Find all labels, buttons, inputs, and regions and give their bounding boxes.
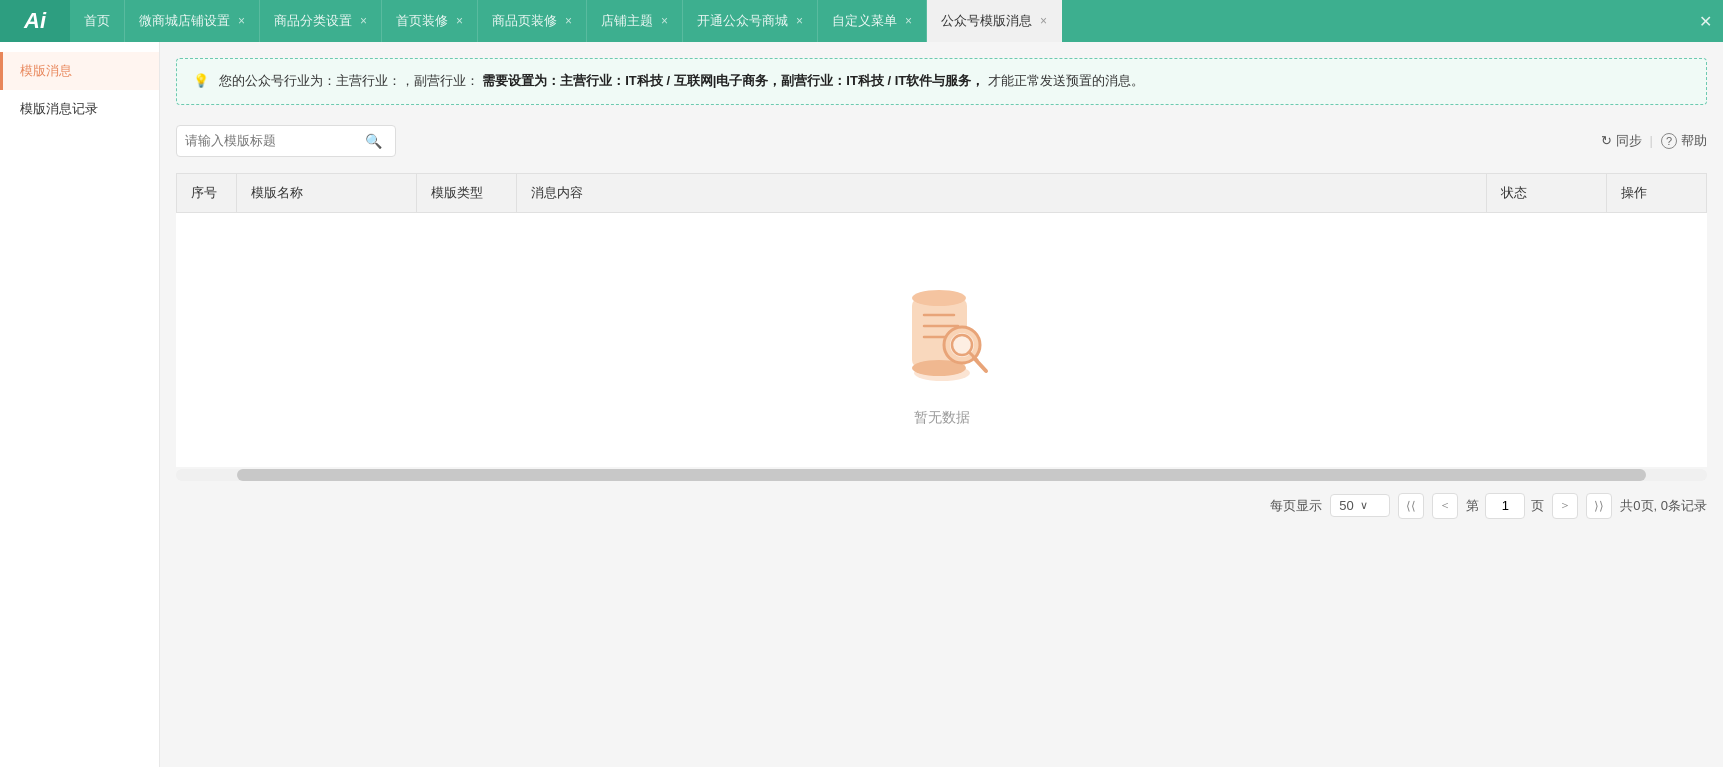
sidebar: 模版消息 模版消息记录 (0, 42, 160, 767)
table-header: 序号 模版名称 模版类型 消息内容 状态 操作 (177, 173, 1707, 212)
nav-tab-store-settings-label: 微商城店铺设置 (139, 12, 230, 30)
action-divider: | (1650, 133, 1653, 148)
prev-page-icon: ＜ (1439, 497, 1451, 514)
nav-close-all-button[interactable]: ✕ (1687, 0, 1723, 42)
help-label: 帮助 (1681, 132, 1707, 150)
nav-tab-store-settings[interactable]: 微商城店铺设置 × (125, 0, 260, 42)
notice-highlight: 需要设置为：主营行业：IT科技 / 互联网|电子商务，副营行业：IT科技 / I… (482, 73, 984, 88)
col-header-status: 状态 (1487, 173, 1607, 212)
search-icon[interactable]: 🔍 (365, 133, 382, 149)
svg-point-2 (912, 290, 966, 306)
nav-tab-close-store-settings[interactable]: × (238, 15, 245, 27)
col-header-name: 模版名称 (237, 173, 417, 212)
top-nav: Ai 首页 微商城店铺设置 × 商品分类设置 × 首页装修 × 商品页装修 × … (0, 0, 1723, 42)
nav-tab-home-decoration-label: 首页装修 (396, 12, 448, 30)
col-header-type: 模版类型 (417, 173, 517, 212)
notice-icon: 💡 (193, 73, 209, 88)
page-label-pre: 第 (1466, 497, 1479, 515)
nav-tabs: 首页 微商城店铺设置 × 商品分类设置 × 首页装修 × 商品页装修 × 店铺主… (70, 0, 1687, 42)
nav-tab-category-settings[interactable]: 商品分类设置 × (260, 0, 382, 42)
search-input-wrap[interactable]: 🔍 (176, 125, 396, 157)
horizontal-scrollbar[interactable] (176, 469, 1707, 481)
total-info: 共0页, 0条记录 (1620, 497, 1707, 515)
first-page-icon: ⟨⟨ (1406, 499, 1416, 513)
last-page-button[interactable]: ⟩⟩ (1586, 493, 1612, 519)
search-bar: 🔍 ↻ 同步 | ? 帮助 (176, 125, 1707, 157)
next-page-button[interactable]: ＞ (1552, 493, 1578, 519)
nav-tab-close-home-decoration[interactable]: × (456, 15, 463, 27)
data-table: 序号 模版名称 模版类型 消息内容 状态 操作 (176, 173, 1707, 467)
nav-tab-home[interactable]: 首页 (70, 0, 125, 42)
help-icon: ? (1661, 133, 1677, 149)
nav-tab-template-msg[interactable]: 公众号模版消息 × (927, 0, 1062, 42)
nav-tab-store-theme[interactable]: 店铺主题 × (587, 0, 683, 42)
search-input[interactable] (185, 133, 365, 148)
page-input-group: 第 页 (1466, 493, 1544, 519)
empty-state-icon (882, 273, 1002, 393)
pagination: 每页显示 50 ∨ ⟨⟨ ＜ 第 页 ＞ ⟩⟩ 共0页, 0条记录 (176, 481, 1707, 531)
page-label-suf: 页 (1531, 497, 1544, 515)
col-header-action: 操作 (1607, 173, 1707, 212)
sync-icon: ↻ (1601, 133, 1612, 148)
sync-button[interactable]: ↻ 同步 (1601, 132, 1642, 150)
help-button[interactable]: ? 帮助 (1661, 132, 1707, 150)
sidebar-item-template-msg-record-label: 模版消息记录 (20, 101, 98, 116)
page-size-select[interactable]: 50 ∨ (1330, 494, 1390, 517)
nav-tab-home-decoration[interactable]: 首页装修 × (382, 0, 478, 42)
next-page-icon: ＞ (1559, 497, 1571, 514)
nav-tab-close-template-msg[interactable]: × (1040, 15, 1047, 27)
prev-page-button[interactable]: ＜ (1432, 493, 1458, 519)
empty-state-row: 暂无数据 (177, 212, 1707, 467)
empty-text: 暂无数据 (177, 409, 1707, 427)
sidebar-item-template-msg[interactable]: 模版消息 (0, 52, 159, 90)
nav-tab-category-settings-label: 商品分类设置 (274, 12, 352, 30)
nav-tab-close-category-settings[interactable]: × (360, 15, 367, 27)
col-header-index: 序号 (177, 173, 237, 212)
page-size-label: 每页显示 (1270, 497, 1322, 515)
nav-tab-custom-menu-label: 自定义菜单 (832, 12, 897, 30)
nav-tab-template-msg-label: 公众号模版消息 (941, 12, 1032, 30)
nav-tab-close-open-mall[interactable]: × (796, 15, 803, 27)
nav-tab-product-decoration[interactable]: 商品页装修 × (478, 0, 587, 42)
first-page-button[interactable]: ⟨⟨ (1398, 493, 1424, 519)
nav-tab-store-theme-label: 店铺主题 (601, 12, 653, 30)
content-area: 💡 您的公众号行业为：主营行业：，副营行业： 需要设置为：主营行业：IT科技 /… (160, 42, 1723, 767)
sidebar-item-template-msg-label: 模版消息 (20, 63, 72, 78)
last-page-icon: ⟩⟩ (1594, 499, 1604, 513)
nav-tab-close-custom-menu[interactable]: × (905, 15, 912, 27)
table-body: 暂无数据 (177, 212, 1707, 467)
notice-prefix: 您的公众号行业为：主营行业：，副营行业： (219, 73, 479, 88)
col-header-content: 消息内容 (517, 173, 1487, 212)
nav-tab-custom-menu[interactable]: 自定义菜单 × (818, 0, 927, 42)
table-header-row: 序号 模版名称 模版类型 消息内容 状态 操作 (177, 173, 1707, 212)
nav-tab-open-mall[interactable]: 开通公众号商城 × (683, 0, 818, 42)
page-size-value: 50 (1339, 498, 1353, 513)
search-actions: ↻ 同步 | ? 帮助 (1601, 132, 1707, 150)
nav-tab-close-store-theme[interactable]: × (661, 15, 668, 27)
page-size-dropdown-icon: ∨ (1360, 499, 1368, 512)
sidebar-item-template-msg-record[interactable]: 模版消息记录 (0, 90, 159, 128)
nav-tab-open-mall-label: 开通公众号商城 (697, 12, 788, 30)
app-logo: Ai (0, 0, 70, 42)
sync-label: 同步 (1616, 132, 1642, 150)
nav-tab-home-label: 首页 (84, 12, 110, 30)
main-layout: 模版消息 模版消息记录 💡 您的公众号行业为：主营行业：，副营行业： 需要设置为… (0, 42, 1723, 767)
scrollbar-thumb (237, 469, 1646, 481)
nav-tab-close-product-decoration[interactable]: × (565, 15, 572, 27)
notice-banner: 💡 您的公众号行业为：主营行业：，副营行业： 需要设置为：主营行业：IT科技 /… (176, 58, 1707, 105)
empty-state: 暂无数据 (177, 213, 1707, 467)
nav-tab-product-decoration-label: 商品页装修 (492, 12, 557, 30)
page-number-input[interactable] (1485, 493, 1525, 519)
notice-suffix: 才能正常发送预置的消息。 (988, 73, 1144, 88)
